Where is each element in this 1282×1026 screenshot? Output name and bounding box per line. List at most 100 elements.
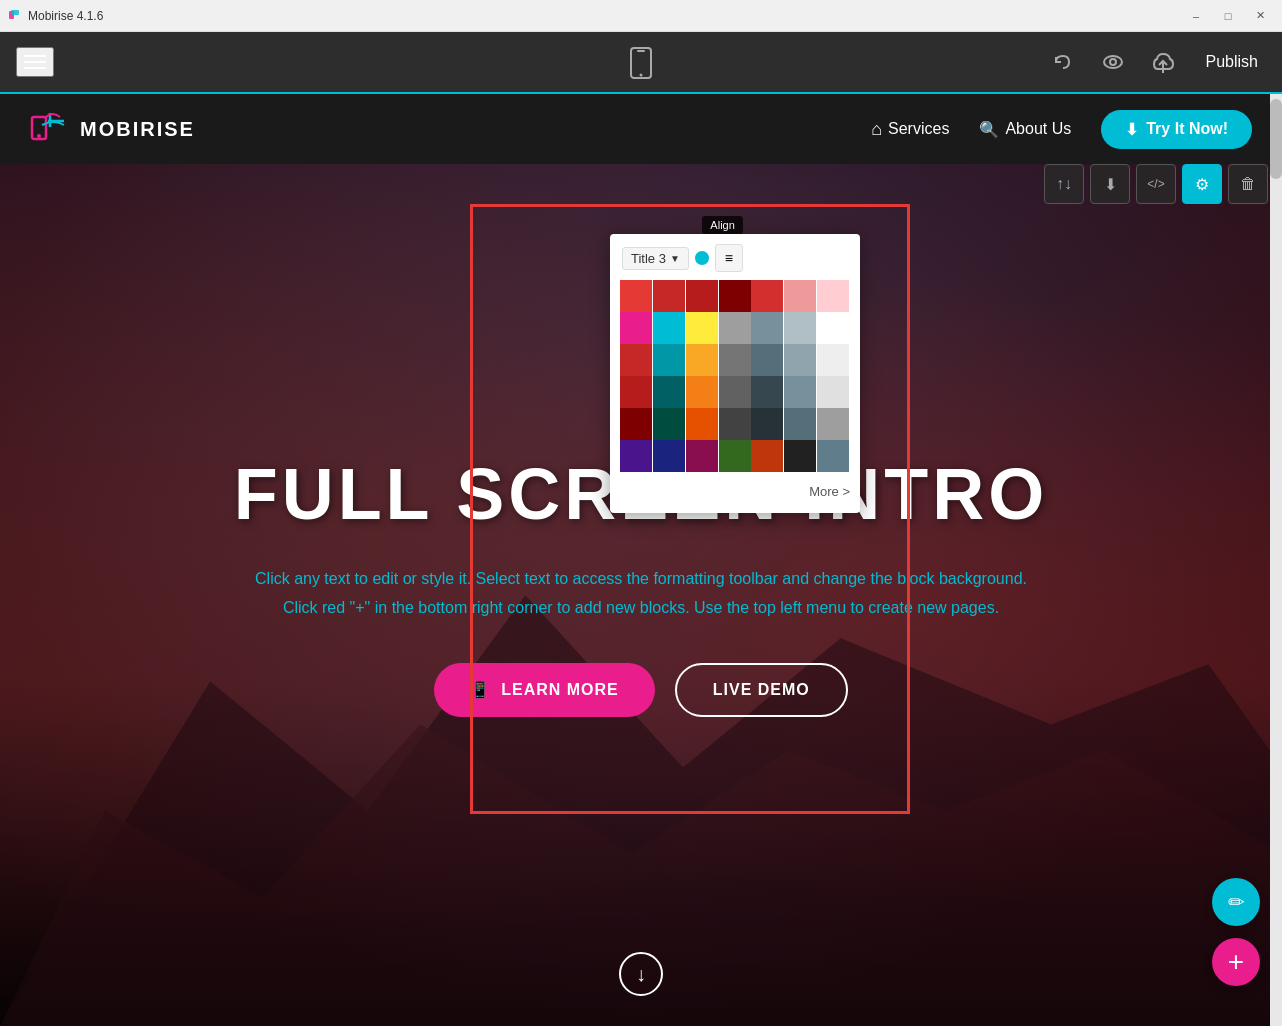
color-swatch[interactable] — [686, 312, 718, 344]
phone-icon: 📱 — [470, 680, 491, 699]
align-tooltip: Align — [702, 216, 742, 234]
color-swatch[interactable] — [751, 440, 783, 472]
site-brand: MOBIRISE — [30, 109, 195, 149]
color-swatch[interactable] — [817, 376, 849, 408]
color-picker-toolbar: Title 3 ▼ Align ≡ — [620, 244, 850, 272]
scrollbar-thumb[interactable] — [1270, 99, 1282, 179]
hero-buttons: 📱 LEARN MORE LIVE DEMO — [40, 663, 1242, 717]
svg-point-5 — [1104, 56, 1122, 68]
undo-button[interactable] — [1048, 47, 1078, 77]
delete-button[interactable]: 🗑 — [1228, 164, 1268, 204]
color-swatch[interactable] — [784, 280, 816, 312]
download-icon: ⬇ — [1125, 120, 1138, 139]
chevron-down-icon: ▼ — [670, 253, 680, 264]
title-selector[interactable]: Title 3 ▼ — [622, 247, 689, 270]
color-swatch[interactable] — [620, 280, 652, 312]
svg-rect-1 — [11, 10, 19, 15]
toolbar-left — [16, 47, 54, 77]
search-icon: 🔍 — [979, 120, 999, 139]
color-swatch[interactable] — [653, 280, 685, 312]
toolbar-right: Publish — [1048, 47, 1266, 77]
color-swatch[interactable] — [784, 312, 816, 344]
color-swatch[interactable] — [817, 440, 849, 472]
color-swatch[interactable] — [751, 408, 783, 440]
color-swatch[interactable] — [817, 312, 849, 344]
app-title: Mobirise 4.1.6 — [28, 9, 103, 23]
page-area: MOBIRISE ⌂ Services 🔍 About Us ⬇ Try It … — [0, 94, 1282, 1026]
try-now-button[interactable]: ⬇ Try It Now! — [1101, 110, 1252, 149]
color-swatch[interactable] — [620, 312, 652, 344]
try-now-label: Try It Now! — [1146, 120, 1228, 138]
color-swatch[interactable] — [784, 376, 816, 408]
color-swatch[interactable] — [751, 280, 783, 312]
color-swatch[interactable] — [620, 344, 652, 376]
color-swatch[interactable] — [686, 440, 718, 472]
toolbar: Publish — [0, 32, 1282, 94]
move-up-button[interactable]: ↑↓ — [1044, 164, 1084, 204]
color-swatch[interactable] — [719, 312, 751, 344]
color-swatch[interactable] — [719, 376, 751, 408]
scrollbar[interactable] — [1270, 94, 1282, 1026]
align-button[interactable]: ≡ — [715, 244, 743, 272]
maximize-button[interactable]: □ — [1214, 5, 1242, 27]
color-swatch[interactable] — [784, 408, 816, 440]
color-swatch[interactable] — [817, 280, 849, 312]
color-swatch[interactable] — [653, 376, 685, 408]
color-swatch[interactable] — [686, 408, 718, 440]
color-active-dot[interactable] — [695, 251, 709, 265]
color-swatch[interactable] — [784, 440, 816, 472]
settings-button[interactable]: ⚙ — [1182, 164, 1222, 204]
color-swatch[interactable] — [817, 344, 849, 376]
minimize-button[interactable]: – — [1182, 5, 1210, 27]
preview-button[interactable] — [1098, 47, 1128, 77]
hamburger-line — [24, 61, 46, 63]
code-button[interactable]: </> — [1136, 164, 1176, 204]
color-swatch[interactable] — [653, 312, 685, 344]
color-swatch[interactable] — [751, 344, 783, 376]
live-demo-button[interactable]: LIVE DEMO — [675, 663, 848, 717]
color-swatch[interactable] — [653, 344, 685, 376]
color-swatch[interactable] — [784, 344, 816, 376]
color-swatch[interactable] — [686, 376, 718, 408]
color-swatch[interactable] — [620, 408, 652, 440]
hero-subtitle[interactable]: Click any text to edit or style it. Sele… — [241, 565, 1041, 623]
publish-button[interactable]: Publish — [1198, 49, 1266, 75]
close-button[interactable]: ✕ — [1246, 5, 1274, 27]
color-grid — [620, 280, 850, 472]
nav-services[interactable]: ⌂ Services — [871, 119, 949, 140]
color-picker-popup: Title 3 ▼ Align ≡ More > — [610, 234, 860, 513]
color-swatch[interactable] — [719, 440, 751, 472]
color-swatch[interactable] — [719, 344, 751, 376]
title-bar: Mobirise 4.1.6 – □ ✕ — [0, 0, 1282, 32]
svg-point-9 — [37, 134, 41, 138]
menu-button[interactable] — [16, 47, 54, 77]
download-block-button[interactable]: ⬇ — [1090, 164, 1130, 204]
color-swatch[interactable] — [686, 280, 718, 312]
color-swatch[interactable] — [751, 376, 783, 408]
color-swatch[interactable] — [653, 440, 685, 472]
color-swatch[interactable] — [620, 376, 652, 408]
nav-services-label: Services — [888, 120, 949, 138]
edit-fab-button[interactable]: ✏ — [1212, 878, 1260, 926]
color-swatch[interactable] — [620, 440, 652, 472]
color-swatch[interactable] — [653, 408, 685, 440]
upload-button[interactable] — [1148, 47, 1178, 77]
phone-preview-button[interactable] — [623, 43, 659, 83]
brand-name: MOBIRISE — [80, 118, 195, 141]
color-swatch[interactable] — [719, 408, 751, 440]
color-swatch[interactable] — [751, 312, 783, 344]
more-colors-link[interactable]: More > — [620, 480, 850, 503]
add-block-fab-button[interactable]: + — [1212, 938, 1260, 986]
title-bar-controls: – □ ✕ — [1182, 5, 1274, 27]
brand-icon — [30, 109, 70, 149]
color-swatch[interactable] — [686, 344, 718, 376]
live-demo-label: LIVE DEMO — [713, 681, 810, 698]
block-controls: ↑↓ ⬇ </> ⚙ 🗑 — [1044, 164, 1268, 204]
nav-about[interactable]: 🔍 About Us — [979, 120, 1071, 139]
scroll-down-button[interactable]: ↓ — [619, 952, 663, 996]
learn-more-button[interactable]: 📱 LEARN MORE — [434, 663, 655, 717]
learn-more-label: LEARN MORE — [501, 681, 619, 699]
color-swatch[interactable] — [817, 408, 849, 440]
color-swatch[interactable] — [719, 280, 751, 312]
title-bar-left: Mobirise 4.1.6 — [8, 9, 103, 23]
